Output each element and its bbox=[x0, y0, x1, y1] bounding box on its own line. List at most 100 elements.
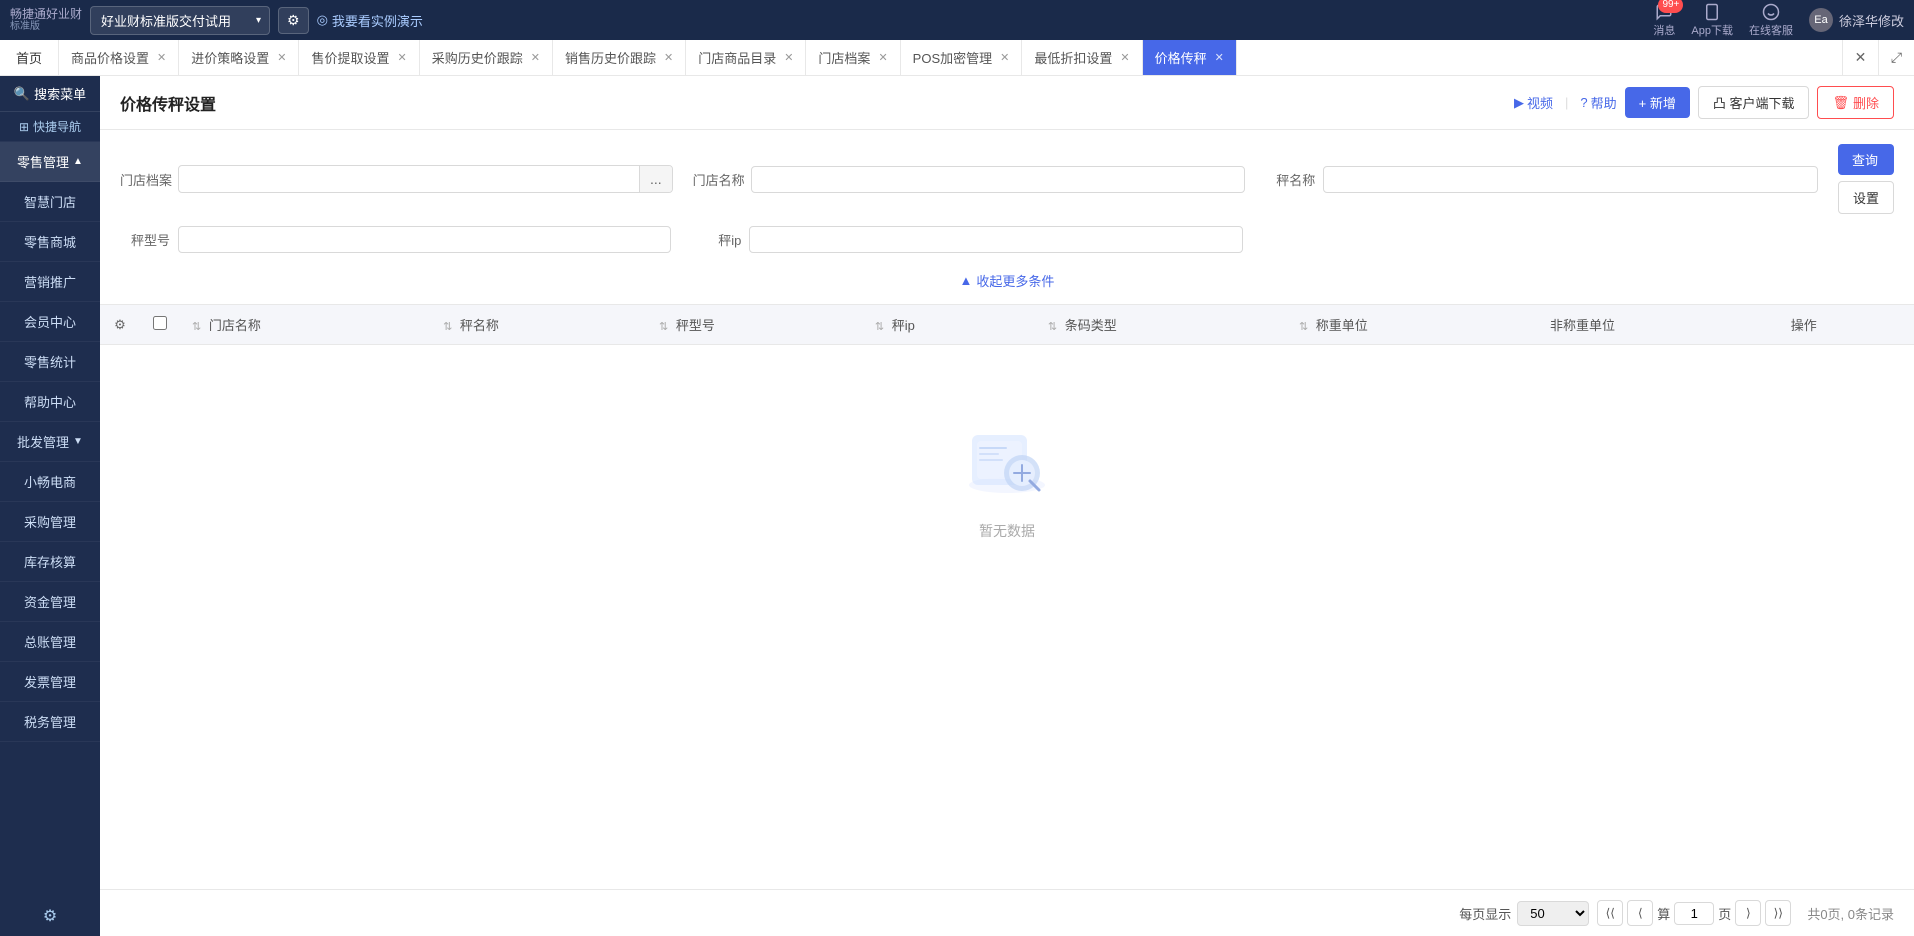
store-profile-label: 门店档案 bbox=[120, 170, 170, 189]
quick-nav-icon: ⊞ bbox=[19, 120, 29, 134]
sidebar-quick-nav[interactable]: ⊞ 快捷导航 bbox=[0, 112, 100, 142]
sidebar-item-inventory[interactable]: 库存核算 bbox=[0, 542, 100, 582]
maximize-tab-button[interactable]: ⤢ bbox=[1878, 40, 1914, 76]
tab-store-profile[interactable]: 门店档案 ✕ bbox=[806, 40, 900, 76]
next-page-button[interactable]: ⟩ bbox=[1735, 900, 1761, 926]
store-name-input[interactable] bbox=[751, 166, 1246, 193]
col-scale-name: ⇅ 秤名称 bbox=[431, 305, 647, 345]
purchase-label: 采购管理 bbox=[24, 512, 76, 531]
sort-scale-name-icon[interactable]: ⇅ bbox=[443, 321, 452, 333]
close-tab-button[interactable]: ✕ bbox=[1842, 40, 1878, 76]
sidebar-item-retail-mall[interactable]: 零售商城 bbox=[0, 222, 100, 262]
col-scale-model: ⇅ 秤型号 bbox=[647, 305, 863, 345]
retail-mall-label: 零售商城 bbox=[24, 232, 76, 251]
tab-price-settings[interactable]: 商品价格设置 ✕ bbox=[59, 40, 179, 76]
sidebar-item-invoice[interactable]: 发票管理 bbox=[0, 662, 100, 702]
sort-barcode-icon[interactable]: ⇅ bbox=[1048, 321, 1057, 333]
sidebar-item-marketing[interactable]: 营销推广 bbox=[0, 262, 100, 302]
sort-weight-icon[interactable]: ⇅ bbox=[1299, 321, 1308, 333]
col-scale-ip-label: 秤ip bbox=[892, 318, 915, 333]
scale-ip-input[interactable] bbox=[749, 226, 1242, 253]
tab-close-icon[interactable]: ✕ bbox=[1120, 51, 1129, 64]
app-download-button[interactable]: App下载 bbox=[1691, 3, 1733, 38]
sort-store-name-icon[interactable]: ⇅ bbox=[192, 321, 201, 333]
prev-page-button[interactable]: ⟨ bbox=[1627, 900, 1653, 926]
scale-model-label: 秤型号 bbox=[120, 230, 170, 249]
tab-close-icon[interactable]: ✕ bbox=[878, 51, 887, 64]
tab-close-active-icon[interactable]: ✕ bbox=[1215, 51, 1224, 64]
message-button[interactable]: 99+ 消息 bbox=[1653, 3, 1675, 38]
tab-sell-price[interactable]: 售价提取设置 ✕ bbox=[299, 40, 419, 76]
sidebar-item-retail-stats[interactable]: 零售统计 bbox=[0, 342, 100, 382]
per-page-select[interactable]: 10 20 50 100 bbox=[1517, 901, 1589, 926]
help-link[interactable]: ? 帮助 bbox=[1580, 93, 1616, 112]
sidebar-item-finance[interactable]: 资金管理 bbox=[0, 582, 100, 622]
tab-cost-strategy[interactable]: 进价策略设置 ✕ bbox=[179, 40, 299, 76]
sidebar-search[interactable]: 🔍 搜索菜单 bbox=[0, 76, 100, 112]
add-button[interactable]: + 新增 bbox=[1625, 87, 1690, 118]
select-all-checkbox[interactable] bbox=[153, 316, 167, 330]
col-weight-unit: ⇅ 称重单位 bbox=[1287, 305, 1538, 345]
store-profile-input[interactable] bbox=[179, 166, 639, 192]
user-info[interactable]: Ea 徐泽华修改 bbox=[1809, 8, 1904, 32]
page-actions: ▶ 视频 | ? 帮助 + 新增 凸 客户端下载 🗑 删除 bbox=[1514, 86, 1894, 119]
tab-close-icon[interactable]: ✕ bbox=[784, 51, 793, 64]
tab-sales-history[interactable]: 销售历史价跟踪 ✕ bbox=[553, 40, 686, 76]
sidebar-item-xiaoye[interactable]: 小畅电商 bbox=[0, 462, 100, 502]
tax-label: 税务管理 bbox=[24, 712, 76, 731]
sidebar-item-general[interactable]: 总账管理 bbox=[0, 622, 100, 662]
sidebar-item-wholesale[interactable]: 批发管理 ▼ bbox=[0, 422, 100, 462]
tab-bar-actions: ✕ ⤢ bbox=[1842, 40, 1914, 76]
query-button[interactable]: 查询 bbox=[1838, 144, 1894, 175]
sidebar-quick-nav-label: 快捷导航 bbox=[33, 118, 81, 135]
sort-scale-ip-icon[interactable]: ⇅ bbox=[875, 321, 884, 333]
app-version: 标准版 bbox=[10, 21, 82, 33]
sidebar-item-smart-store[interactable]: 智慧门店 bbox=[0, 182, 100, 222]
version-selector[interactable]: 好业财标准版交付试用 ▾ bbox=[90, 6, 270, 35]
filter-scale-ip: 秤ip bbox=[691, 226, 1242, 253]
video-link[interactable]: ▶ 视频 bbox=[1514, 93, 1553, 112]
sidebar-item-help[interactable]: 帮助中心 bbox=[0, 382, 100, 422]
collapse-button[interactable]: ▲ 收起更多条件 bbox=[120, 265, 1894, 290]
sidebar-item-member[interactable]: 会员中心 bbox=[0, 302, 100, 342]
last-page-button[interactable]: ⟩⟩ bbox=[1765, 900, 1791, 926]
xiaoye-label: 小畅电商 bbox=[24, 472, 76, 491]
table-head: ⚙ ⇅ 门店名称 ⇅ 秤名称 bbox=[100, 305, 1914, 345]
online-service-button[interactable]: 在线客服 bbox=[1749, 3, 1793, 38]
sidebar-item-purchase[interactable]: 采购管理 bbox=[0, 502, 100, 542]
gear-button[interactable]: ⚙ bbox=[278, 7, 309, 34]
collapse-up-icon: ▲ bbox=[960, 273, 973, 288]
tab-store-catalog[interactable]: 门店商品目录 ✕ bbox=[686, 40, 806, 76]
first-page-button[interactable]: ⟨⟨ bbox=[1597, 900, 1623, 926]
scale-model-input[interactable] bbox=[178, 226, 671, 253]
settings-filter-button[interactable]: 设置 bbox=[1838, 181, 1894, 214]
tab-close-icon[interactable]: ✕ bbox=[398, 51, 407, 64]
tab-close-icon[interactable]: ✕ bbox=[277, 51, 286, 64]
tab-purchase-history[interactable]: 采购历史价跟踪 ✕ bbox=[420, 40, 553, 76]
sidebar-item-retail[interactable]: 零售管理 ▲ bbox=[0, 142, 100, 182]
tab-close-icon[interactable]: ✕ bbox=[1000, 51, 1009, 64]
question-icon: ? bbox=[1580, 95, 1587, 110]
sidebar-item-tax[interactable]: 税务管理 bbox=[0, 702, 100, 742]
demo-button[interactable]: ◎ 我要看实例演示 bbox=[317, 11, 423, 30]
tab-close-icon[interactable]: ✕ bbox=[531, 51, 540, 64]
store-profile-dots-button[interactable]: ... bbox=[639, 166, 672, 192]
main-layout: 🔍 搜索菜单 ⊞ 快捷导航 零售管理 ▲ 智慧门店 零售商城 营销推广 会员中心… bbox=[0, 76, 1914, 936]
download-button[interactable]: 凸 客户端下载 bbox=[1698, 86, 1810, 119]
col-checkbox bbox=[140, 305, 180, 345]
tab-close-icon[interactable]: ✕ bbox=[664, 51, 673, 64]
delete-button[interactable]: 🗑 删除 bbox=[1817, 86, 1894, 119]
table-gear-icon[interactable]: ⚙ bbox=[114, 317, 126, 332]
smart-store-label: 智慧门店 bbox=[24, 192, 76, 211]
tab-close-icon[interactable]: ✕ bbox=[157, 51, 166, 64]
filter-row-2: 秤型号 秤ip bbox=[120, 226, 1894, 253]
sidebar-gear-button[interactable]: ⚙ bbox=[0, 896, 100, 936]
scale-name-input[interactable] bbox=[1323, 166, 1818, 193]
tab-price-scale[interactable]: 价格传秤 ✕ bbox=[1143, 40, 1237, 76]
app-logo: 畅捷通好业财 标准版 bbox=[10, 7, 82, 33]
tab-min-discount[interactable]: 最低折扣设置 ✕ bbox=[1022, 40, 1142, 76]
page-number-input[interactable] bbox=[1674, 902, 1714, 925]
tab-pos[interactable]: POS加密管理 ✕ bbox=[901, 40, 1023, 76]
sort-scale-model-icon[interactable]: ⇅ bbox=[659, 321, 668, 333]
tab-home[interactable]: 首页 bbox=[0, 40, 59, 76]
